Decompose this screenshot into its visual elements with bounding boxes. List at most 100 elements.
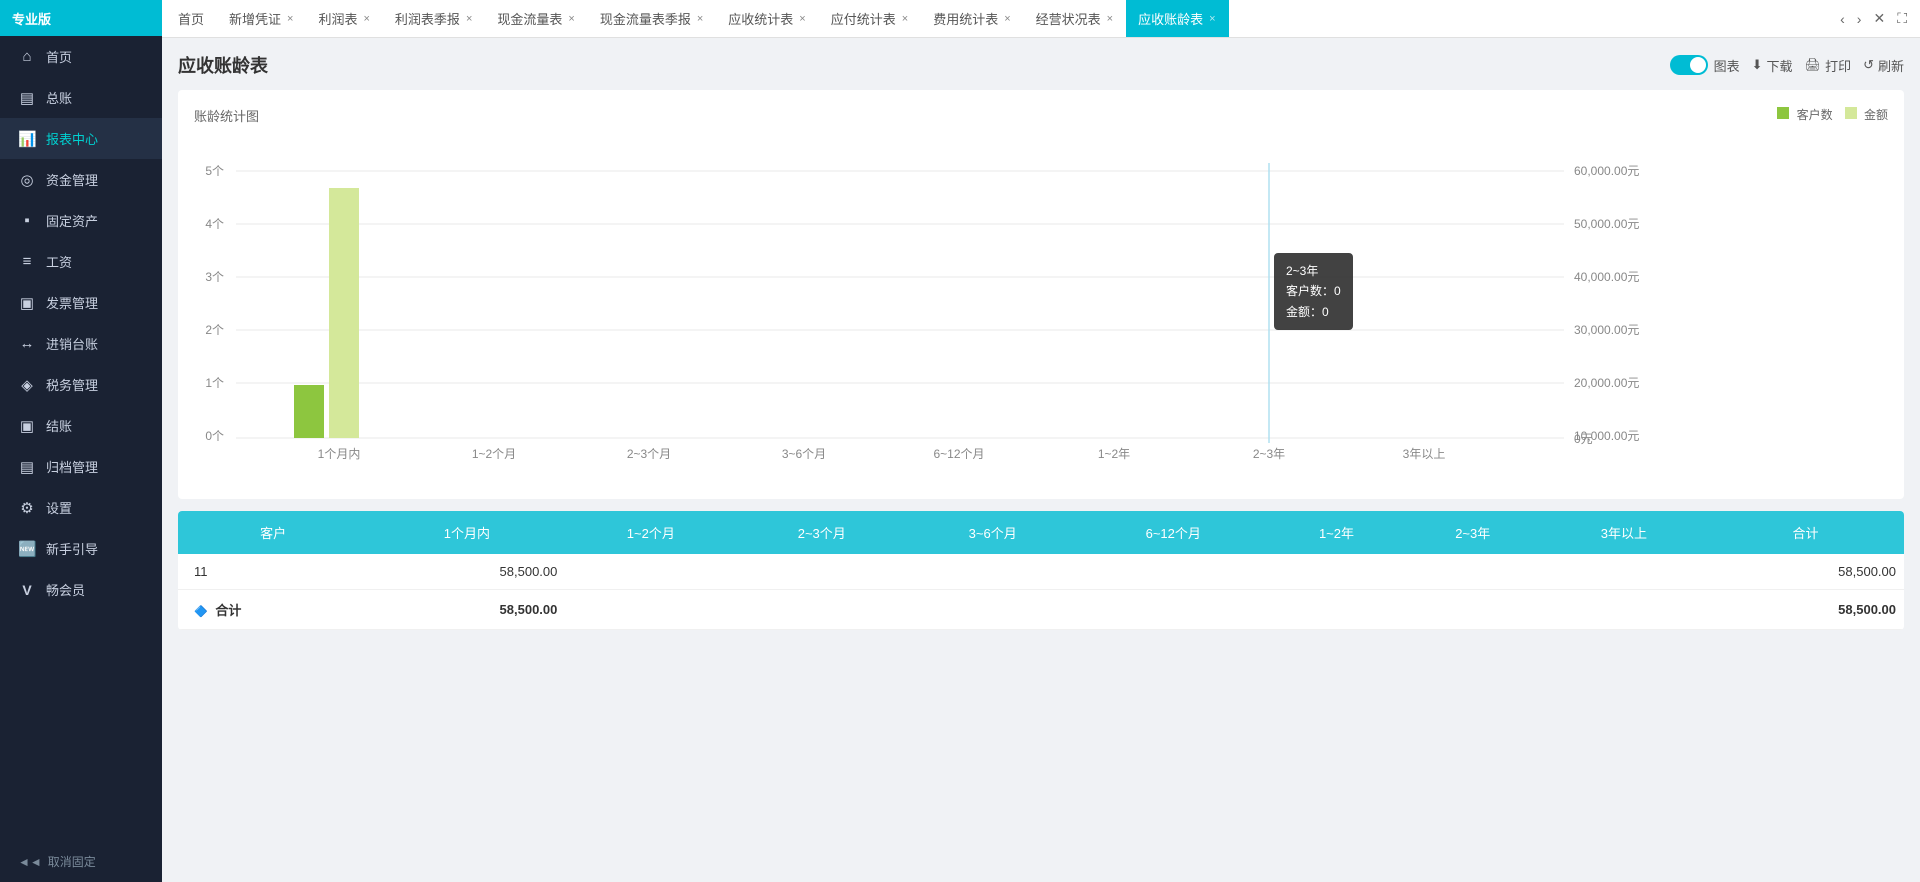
th-m23: 2~3个月: [736, 511, 907, 554]
cell-m612: [1078, 554, 1268, 590]
print-icon: 🖨: [1805, 57, 1822, 73]
sidebar-item-vip[interactable]: V 畅会员: [0, 569, 162, 610]
tab-ap-stat[interactable]: 应付统计表 ×: [819, 0, 921, 37]
th-y3: 3年以上: [1541, 511, 1707, 554]
total-m23: [736, 590, 907, 630]
legend-customer: 客户数: [1777, 106, 1832, 123]
svg-text:20,000.00元: 20,000.00元: [1574, 376, 1639, 390]
tab-ar-stat-close[interactable]: ×: [799, 13, 805, 25]
sales-icon: ↔: [18, 335, 36, 352]
svg-text:50,000.00元: 50,000.00元: [1574, 217, 1639, 231]
svg-text:60,000.00元: 60,000.00元: [1574, 164, 1639, 178]
sidebar-item-tax[interactable]: ◈ 税务管理: [0, 364, 162, 405]
tab-maximize-btn[interactable]: ⛶: [1892, 8, 1912, 29]
chart-toggle[interactable]: [1670, 55, 1708, 75]
sidebar-item-label: 新手引导: [46, 539, 98, 558]
tab-close-btn[interactable]: ✕: [1868, 8, 1890, 29]
tab-navigation: ‹ › ✕ ⛶: [1835, 8, 1916, 29]
ledger-icon: ▤: [18, 89, 36, 107]
svg-text:3个: 3个: [205, 270, 224, 284]
home-icon: ⌂: [18, 48, 36, 65]
tab-business-close[interactable]: ×: [1107, 13, 1113, 25]
total-m612: [1078, 590, 1268, 630]
tab-expense-close[interactable]: ×: [1004, 13, 1010, 25]
sidebar-item-settings[interactable]: ⚙ 设置: [0, 487, 162, 528]
svg-text:40,000.00元: 40,000.00元: [1574, 270, 1639, 284]
tab-cashflow-q[interactable]: 现金流量表季报 ×: [588, 0, 716, 37]
tab-profit-q-close[interactable]: ×: [466, 13, 472, 25]
bar-amount-1: [329, 188, 359, 438]
sidebar-item-reports[interactable]: 📊 报表中心: [0, 118, 162, 159]
app-logo: 专业版: [0, 0, 162, 36]
tab-business[interactable]: 经营状况表 ×: [1024, 0, 1126, 37]
svg-text:6~12个月: 6~12个月: [933, 447, 984, 461]
th-m1: 1个月内: [368, 511, 565, 554]
tab-ar-aging[interactable]: 应收账龄表 ×: [1126, 0, 1228, 37]
sidebar-item-label: 报表中心: [46, 129, 98, 148]
tab-ar-aging-close[interactable]: ×: [1209, 13, 1215, 25]
tab-ar-stat[interactable]: 应收统计表 ×: [716, 0, 818, 37]
svg-text:3年以上: 3年以上: [1403, 447, 1446, 461]
svg-text:5个: 5个: [205, 164, 224, 178]
tax-icon: ◈: [18, 376, 36, 394]
tab-cashflow[interactable]: 现金流量表 ×: [485, 0, 587, 37]
guide-icon: 🆕: [18, 540, 36, 558]
tab-business-label: 经营状况表: [1036, 9, 1101, 28]
sidebar-pin-toggle[interactable]: ◄◄ 取消固定: [0, 841, 162, 882]
sidebar-item-assets[interactable]: ▪ 固定资产: [0, 200, 162, 241]
sidebar-item-archive[interactable]: ▤ 归档管理: [0, 446, 162, 487]
svg-text:30,000.00元: 30,000.00元: [1574, 323, 1639, 337]
th-m36: 3~6个月: [907, 511, 1078, 554]
total-m36: [907, 590, 1078, 630]
tab-next-btn[interactable]: ›: [1852, 9, 1867, 29]
tab-voucher-close[interactable]: ×: [287, 13, 293, 25]
chart-toggle-label: 图表: [1714, 56, 1740, 75]
sidebar-item-settle[interactable]: ▣ 结账: [0, 405, 162, 446]
total-label: 🔷 合计: [178, 590, 368, 630]
svg-text:1个: 1个: [205, 376, 224, 390]
tab-expense[interactable]: 费用统计表 ×: [921, 0, 1023, 37]
sidebar-item-sales[interactable]: ↔ 进销台账: [0, 323, 162, 364]
total-m12: [565, 590, 736, 630]
tab-voucher[interactable]: 新增凭证 ×: [217, 0, 306, 37]
page-title: 应收账龄表: [178, 52, 268, 78]
svg-text:1~2年: 1~2年: [1098, 447, 1130, 461]
tab-ar-aging-label: 应收账龄表: [1138, 9, 1203, 28]
refresh-btn[interactable]: ↺ 刷新: [1863, 56, 1904, 75]
total-y3: [1541, 590, 1707, 630]
tab-prev-btn[interactable]: ‹: [1835, 9, 1850, 29]
sidebar-item-label: 固定资产: [46, 211, 98, 230]
total-y12: [1268, 590, 1404, 630]
sidebar-item-label: 畅会员: [46, 580, 85, 599]
sidebar-item-invoice[interactable]: ▣ 发票管理: [0, 282, 162, 323]
tab-bar: 首页 新增凭证 × 利润表 × 利润表季报 × 现金流量表 × 现金流量表季报 …: [162, 0, 1920, 38]
tab-profit[interactable]: 利润表 ×: [306, 0, 382, 37]
tab-cashflow-close[interactable]: ×: [568, 13, 574, 25]
cell-y23: [1405, 554, 1541, 590]
tab-ar-stat-label: 应收统计表: [728, 9, 793, 28]
sidebar-item-ledger[interactable]: ▤ 总账: [0, 77, 162, 118]
page-header: 应收账龄表 图表 ⬇ 下载 🖨 打印 ↺ 刷新: [178, 52, 1904, 78]
tab-cashflow-q-close[interactable]: ×: [697, 13, 703, 25]
download-label: 下载: [1767, 56, 1793, 75]
tab-profit-q[interactable]: 利润表季报 ×: [383, 0, 485, 37]
chart-toggle-group: 图表: [1670, 55, 1740, 75]
download-btn[interactable]: ⬇ 下载: [1752, 56, 1793, 75]
archive-icon: ▤: [18, 458, 36, 476]
tab-ap-stat-close[interactable]: ×: [902, 13, 908, 25]
cell-customer: 11: [178, 554, 368, 590]
print-btn[interactable]: 🖨 打印: [1805, 56, 1852, 75]
sidebar-item-label: 税务管理: [46, 375, 98, 394]
sidebar: 专业版 ⌂ 首页 ▤ 总账 📊 报表中心 ◎ 资金管理 ▪ 固定资产 ≡ 工资 …: [0, 0, 162, 882]
cell-m23: [736, 554, 907, 590]
tab-home[interactable]: 首页: [166, 0, 217, 37]
sidebar-item-salary[interactable]: ≡ 工资: [0, 241, 162, 282]
sidebar-item-guide[interactable]: 🆕 新手引导: [0, 528, 162, 569]
funds-icon: ◎: [18, 171, 36, 189]
cell-total: 58,500.00: [1707, 554, 1904, 590]
sidebar-item-funds[interactable]: ◎ 资金管理: [0, 159, 162, 200]
svg-text:4个: 4个: [205, 217, 224, 231]
sidebar-item-label: 归档管理: [46, 457, 98, 476]
tab-profit-close[interactable]: ×: [363, 13, 369, 25]
sidebar-item-home[interactable]: ⌂ 首页: [0, 36, 162, 77]
